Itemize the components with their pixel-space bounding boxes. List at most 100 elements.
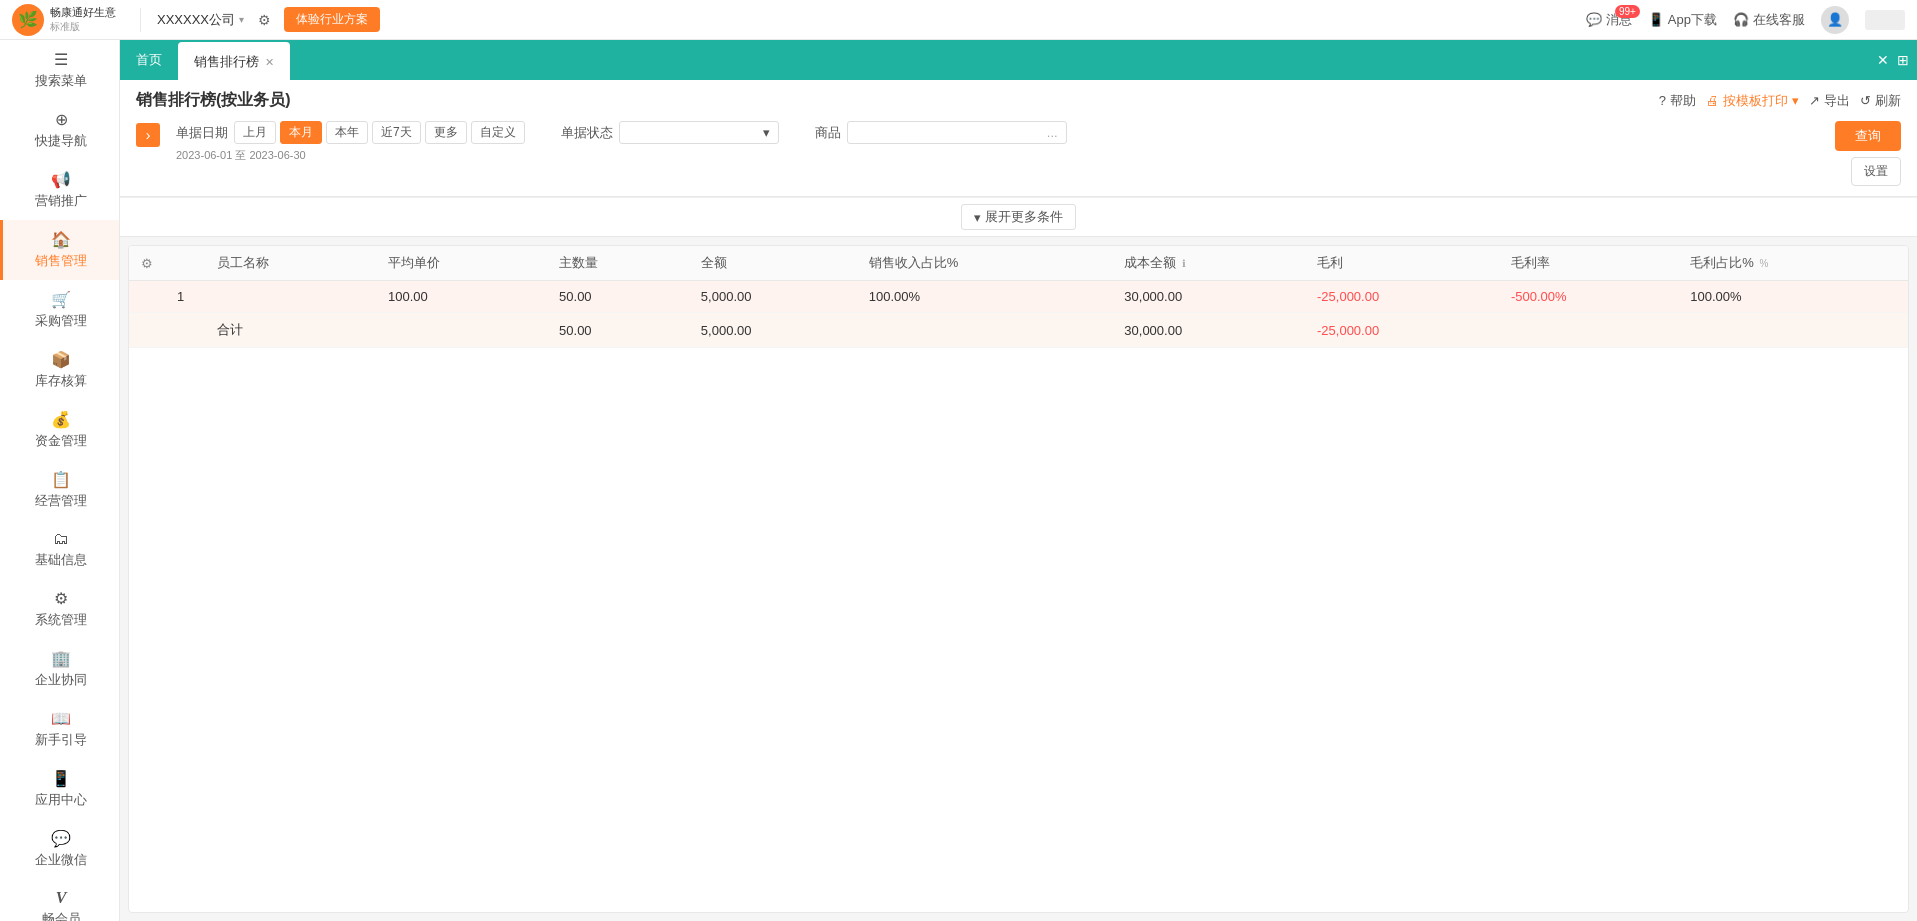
date-btn-custom[interactable]: 自定义 [471,121,525,144]
expand-row: ▾ 展开更多条件 [120,197,1917,237]
app-name: 畅康通好生意 [50,5,116,19]
user-avatar[interactable]: 👤 [1821,6,1849,34]
tab-sales-rank-label: 销售排行榜 [194,53,259,71]
filter-section: 销售排行榜(按业务员) ? 帮助 🖨 按模板打印 ▾ ↗ [120,80,1917,197]
status-chevron-icon: ▾ [763,125,770,140]
sidebar-item-app-center[interactable]: 📱 应用中心 [0,759,119,819]
table-footer-row: 合计 50.00 5,000.00 30,000.00 -25,000.00 [129,313,1908,348]
col-amount: 全额 [689,246,857,281]
company-settings-icon[interactable]: ⚙ [252,8,276,32]
sidebar-item-purchase[interactable]: 🛒 采购管理 [0,280,119,340]
top-bar: 🌿 畅康通好生意 标准版 XXXXXX公司 ▾ ⚙ 体验行业方案 💬 消息 99… [0,0,1917,40]
tab-sales-rank[interactable]: 销售排行榜 ✕ [178,42,290,82]
print-chevron-icon: ▾ [1792,93,1799,108]
col-sales-pct: 销售收入占比% [857,246,1113,281]
page-title-row: 销售排行榜(按业务员) ? 帮助 🖨 按模板打印 ▾ ↗ [136,90,1901,111]
filter-collapse-btn[interactable]: › [136,123,160,147]
row-sales-pct: 100.00% [857,281,1113,313]
row-amount: 5,000.00 [689,281,857,313]
sidebar-item-quick-nav[interactable]: ⊕ 快捷导航 [0,100,119,160]
goods-input[interactable]: ... [847,121,1067,144]
help-btn[interactable]: ? 帮助 [1659,92,1696,110]
date-filter-group: 单据日期 上月 本月 本年 近7天 更多 自定义 2023-06-01 至 20… [176,121,525,163]
message-btn[interactable]: 💬 消息 99+ [1586,11,1632,29]
sidebar-item-enterprise[interactable]: 🏢 企业协同 [0,639,119,699]
company-selector[interactable]: XXXXXX公司 ▾ [157,11,244,29]
footer-profit-pct [1678,313,1908,348]
date-quick-btns: 上月 本月 本年 近7天 更多 自定义 [234,121,525,144]
app-logo: 🌿 [12,4,44,36]
tab-home[interactable]: 首页 [120,40,178,80]
sidebar-label-quick-nav: 快捷导航 [35,132,87,150]
app-download-btn[interactable]: 📱 App下载 [1648,11,1717,29]
print-label: 按模板打印 [1723,92,1788,110]
sidebar-label-marketing: 营销推广 [35,192,87,210]
goods-more-icon: ... [1047,125,1058,140]
query-settings-col: 查询 设置 [1835,121,1901,186]
row-rank: 1 [165,281,205,313]
tab-home-label: 首页 [136,51,162,69]
status-filter-group: 单据状态 ▾ [561,121,779,144]
status-select[interactable]: ▾ [619,121,779,144]
settings-button[interactable]: 设置 [1851,157,1901,186]
inventory-icon: 📦 [51,350,71,369]
footer-avg-price [376,313,547,348]
row-profit: -25,000.00 [1305,281,1499,313]
help-label: 帮助 [1670,92,1696,110]
footer-settings-col [129,313,165,348]
date-btn-more[interactable]: 更多 [425,121,467,144]
sidebar: ☰ 搜索菜单 ⊕ 快捷导航 📢 营销推广 🏠 销售管理 🛒 采购管理 📦 库存核… [0,40,120,921]
filter-main-row: › 单据日期 上月 本月 本年 近7天 更多 自定义 [136,121,1901,186]
date-filter-label: 单据日期 [176,124,228,142]
basic-info-icon: 🗂 [53,530,69,548]
sidebar-item-guide[interactable]: 📖 新手引导 [0,699,119,759]
sidebar-item-inventory[interactable]: 📦 库存核算 [0,340,119,400]
tab-close-icon[interactable]: ✕ [265,56,274,69]
col-rank [165,246,205,281]
row-profit-pct: 100.00% [1678,281,1908,313]
cost-info-icon: ℹ [1182,258,1186,269]
sidebar-item-system[interactable]: ⚙ 系统管理 [0,579,119,639]
online-service-btn[interactable]: 🎧 在线客服 [1733,11,1805,29]
window-close-icon[interactable]: ✕ [1877,52,1889,68]
trial-button[interactable]: 体验行业方案 [284,7,380,32]
sidebar-item-marketing[interactable]: 📢 营销推广 [0,160,119,220]
date-range-display: 2023-06-01 至 2023-06-30 [176,148,525,163]
username-display [1865,10,1905,30]
date-btn-this-year[interactable]: 本年 [326,121,368,144]
sidebar-item-operations[interactable]: 📋 经营管理 [0,460,119,520]
sidebar-label-guide: 新手引导 [35,731,87,749]
date-btn-this-month[interactable]: 本月 [280,121,322,144]
refresh-btn[interactable]: ↺ 刷新 [1860,92,1901,110]
date-btn-last-month[interactable]: 上月 [234,121,276,144]
export-btn[interactable]: ↗ 导出 [1809,92,1850,110]
sidebar-item-sales[interactable]: 🏠 销售管理 [0,220,119,280]
footer-sales-pct [857,313,1113,348]
main-layout: ☰ 搜索菜单 ⊕ 快捷导航 📢 营销推广 🏠 销售管理 🛒 采购管理 📦 库存核… [0,40,1917,921]
col-settings[interactable]: ⚙ [129,246,165,281]
search-menu-icon: ☰ [54,50,68,69]
sidebar-item-member[interactable]: V 畅会员 [0,879,119,921]
print-icon: 🖨 [1706,93,1719,108]
sidebar-item-wechat[interactable]: 💬 企业微信 [0,819,119,879]
query-button[interactable]: 查询 [1835,121,1901,151]
footer-cost: 30,000.00 [1112,313,1305,348]
top-right-actions: 💬 消息 99+ 📱 App下载 🎧 在线客服 👤 [1586,6,1905,34]
expand-conditions-btn[interactable]: ▾ 展开更多条件 [961,204,1076,230]
sales-rank-table: ⚙ 员工名称 平均单价 主数量 全额 销售收入占比% 成本全额 ℹ 毛利 [129,246,1908,348]
sidebar-item-finance[interactable]: 💰 资金管理 [0,400,119,460]
row-avg-price: 100.00 [376,281,547,313]
page-content: 销售排行榜(按业务员) ? 帮助 🖨 按模板打印 ▾ ↗ [120,80,1917,921]
sales-icon: 🏠 [51,230,71,249]
window-expand-icon[interactable]: ⊞ [1897,52,1909,68]
sidebar-label-finance: 资金管理 [35,432,87,450]
sidebar-item-basic-info[interactable]: 🗂 基础信息 [0,520,119,579]
print-btn[interactable]: 🖨 按模板打印 ▾ [1706,92,1799,110]
col-employee: 员工名称 [205,246,376,281]
app-download-label: App下载 [1668,11,1717,29]
date-btn-7days[interactable]: 近7天 [372,121,421,144]
export-icon: ↗ [1809,93,1820,108]
system-icon: ⚙ [54,589,68,608]
wechat-icon: 💬 [51,829,71,848]
sidebar-item-search[interactable]: ☰ 搜索菜单 [0,40,119,100]
